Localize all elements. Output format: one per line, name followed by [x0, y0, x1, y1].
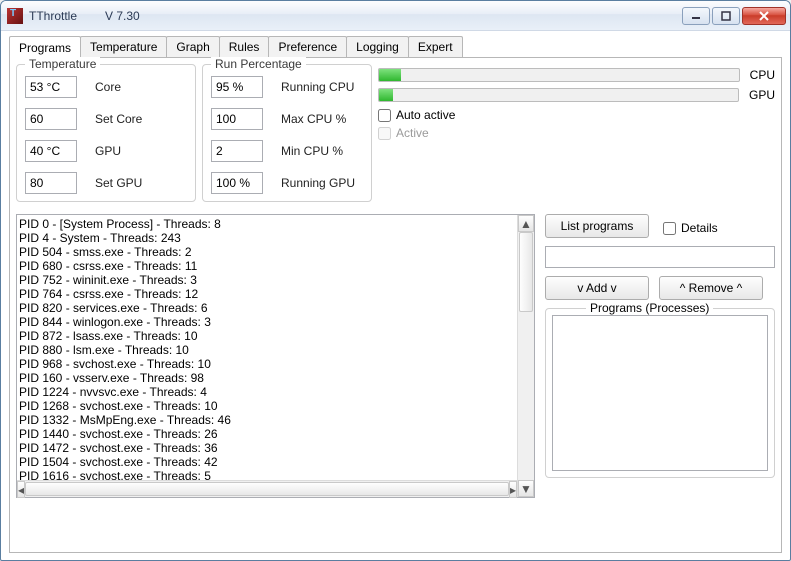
- auto-active-checkbox[interactable]: [378, 109, 391, 122]
- tab-graph[interactable]: Graph: [166, 36, 219, 57]
- programs-processes-group: Programs (Processes): [545, 308, 775, 478]
- process-list-box[interactable]: PID 0 - [System Process] - Threads: 8 PI…: [16, 214, 535, 498]
- auto-active-label: Auto active: [396, 108, 455, 122]
- active-checkbox-row: Active: [378, 126, 775, 140]
- tab-programs-pane: Temperature Core Set Core GPU Set GPU Ru…: [9, 58, 782, 553]
- max-cpu-input[interactable]: [211, 108, 263, 130]
- max-cpu-label: Max CPU %: [281, 112, 363, 126]
- running-cpu-label: Running CPU: [281, 80, 363, 94]
- right-column: List programs Details v Add v ^ Remove ^…: [545, 214, 775, 498]
- remove-button[interactable]: ^ Remove ^: [659, 276, 763, 300]
- app-title: TThrottle: [29, 9, 77, 23]
- tab-programs[interactable]: Programs: [9, 36, 81, 58]
- min-cpu-label: Min CPU %: [281, 144, 363, 158]
- client-area: ProgramsTemperatureGraphRulesPreferenceL…: [1, 31, 790, 560]
- core-temp-input[interactable]: [25, 76, 77, 98]
- set-core-label: Set Core: [95, 112, 187, 126]
- program-filter-input[interactable]: [545, 246, 775, 268]
- tab-preference[interactable]: Preference: [268, 36, 347, 57]
- process-list-text[interactable]: PID 0 - [System Process] - Threads: 8 PI…: [17, 215, 517, 497]
- scroll-right-button[interactable]: ▸: [509, 481, 517, 498]
- scroll-track-h[interactable]: [25, 481, 509, 497]
- gpu-temp-input[interactable]: [25, 140, 77, 162]
- running-gpu-input[interactable]: [211, 172, 263, 194]
- group-temperature-title: Temperature: [25, 57, 100, 71]
- group-run-title: Run Percentage: [211, 57, 306, 71]
- running-cpu-input[interactable]: [211, 76, 263, 98]
- tabstrip: ProgramsTemperatureGraphRulesPreferenceL…: [9, 35, 782, 58]
- tab-logging[interactable]: Logging: [346, 36, 409, 57]
- tab-rules[interactable]: Rules: [219, 36, 270, 57]
- list-programs-button[interactable]: List programs: [545, 214, 649, 238]
- set-gpu-input[interactable]: [25, 172, 77, 194]
- scroll-left-button[interactable]: ◂: [17, 481, 25, 498]
- gpu-temp-label: GPU: [95, 144, 187, 158]
- scroll-up-button[interactable]: ▲: [518, 215, 534, 232]
- app-version: V 7.30: [105, 9, 140, 23]
- tab-expert[interactable]: Expert: [408, 36, 463, 57]
- scroll-track[interactable]: [518, 232, 534, 480]
- auto-active-checkbox-row: Auto active: [378, 108, 775, 122]
- maximize-button[interactable]: [712, 7, 740, 25]
- core-temp-label: Core: [95, 80, 187, 94]
- close-button[interactable]: [742, 7, 786, 25]
- min-cpu-input[interactable]: [211, 140, 263, 162]
- cpu-usage-bar: [378, 68, 740, 82]
- set-gpu-label: Set GPU: [95, 176, 187, 190]
- details-checkbox-row: Details: [663, 221, 718, 235]
- programs-processes-list[interactable]: [552, 315, 768, 471]
- scroll-thumb-h[interactable]: [25, 482, 509, 496]
- gpu-usage-bar: [378, 88, 739, 102]
- group-run-percentage: Run Percentage Running CPU Max CPU % Min…: [202, 64, 372, 202]
- programs-processes-title: Programs (Processes): [586, 301, 713, 315]
- tab-temperature[interactable]: Temperature: [80, 36, 167, 57]
- horizontal-scrollbar[interactable]: ◂ ▸: [17, 480, 517, 497]
- vertical-scrollbar[interactable]: ▲ ▼: [517, 215, 534, 497]
- active-checkbox: [378, 127, 391, 140]
- scroll-down-button[interactable]: ▼: [518, 480, 534, 497]
- details-checkbox[interactable]: [663, 222, 676, 235]
- app-window: TThrottle V 7.30 ProgramsTemperatureGrap…: [0, 0, 791, 561]
- group-usage-bars: CPU GPU Auto active Active: [378, 64, 775, 202]
- details-label: Details: [681, 221, 718, 235]
- minimize-button[interactable]: [682, 7, 710, 25]
- group-temperature: Temperature Core Set Core GPU Set GPU: [16, 64, 196, 202]
- titlebar: TThrottle V 7.30: [1, 1, 790, 31]
- app-icon: [7, 8, 23, 24]
- active-label: Active: [396, 126, 429, 140]
- running-gpu-label: Running GPU: [281, 176, 363, 190]
- set-core-input[interactable]: [25, 108, 77, 130]
- scroll-thumb[interactable]: [519, 232, 533, 312]
- add-button[interactable]: v Add v: [545, 276, 649, 300]
- gpu-usage-label: GPU: [749, 88, 775, 102]
- cpu-usage-label: CPU: [750, 68, 775, 82]
